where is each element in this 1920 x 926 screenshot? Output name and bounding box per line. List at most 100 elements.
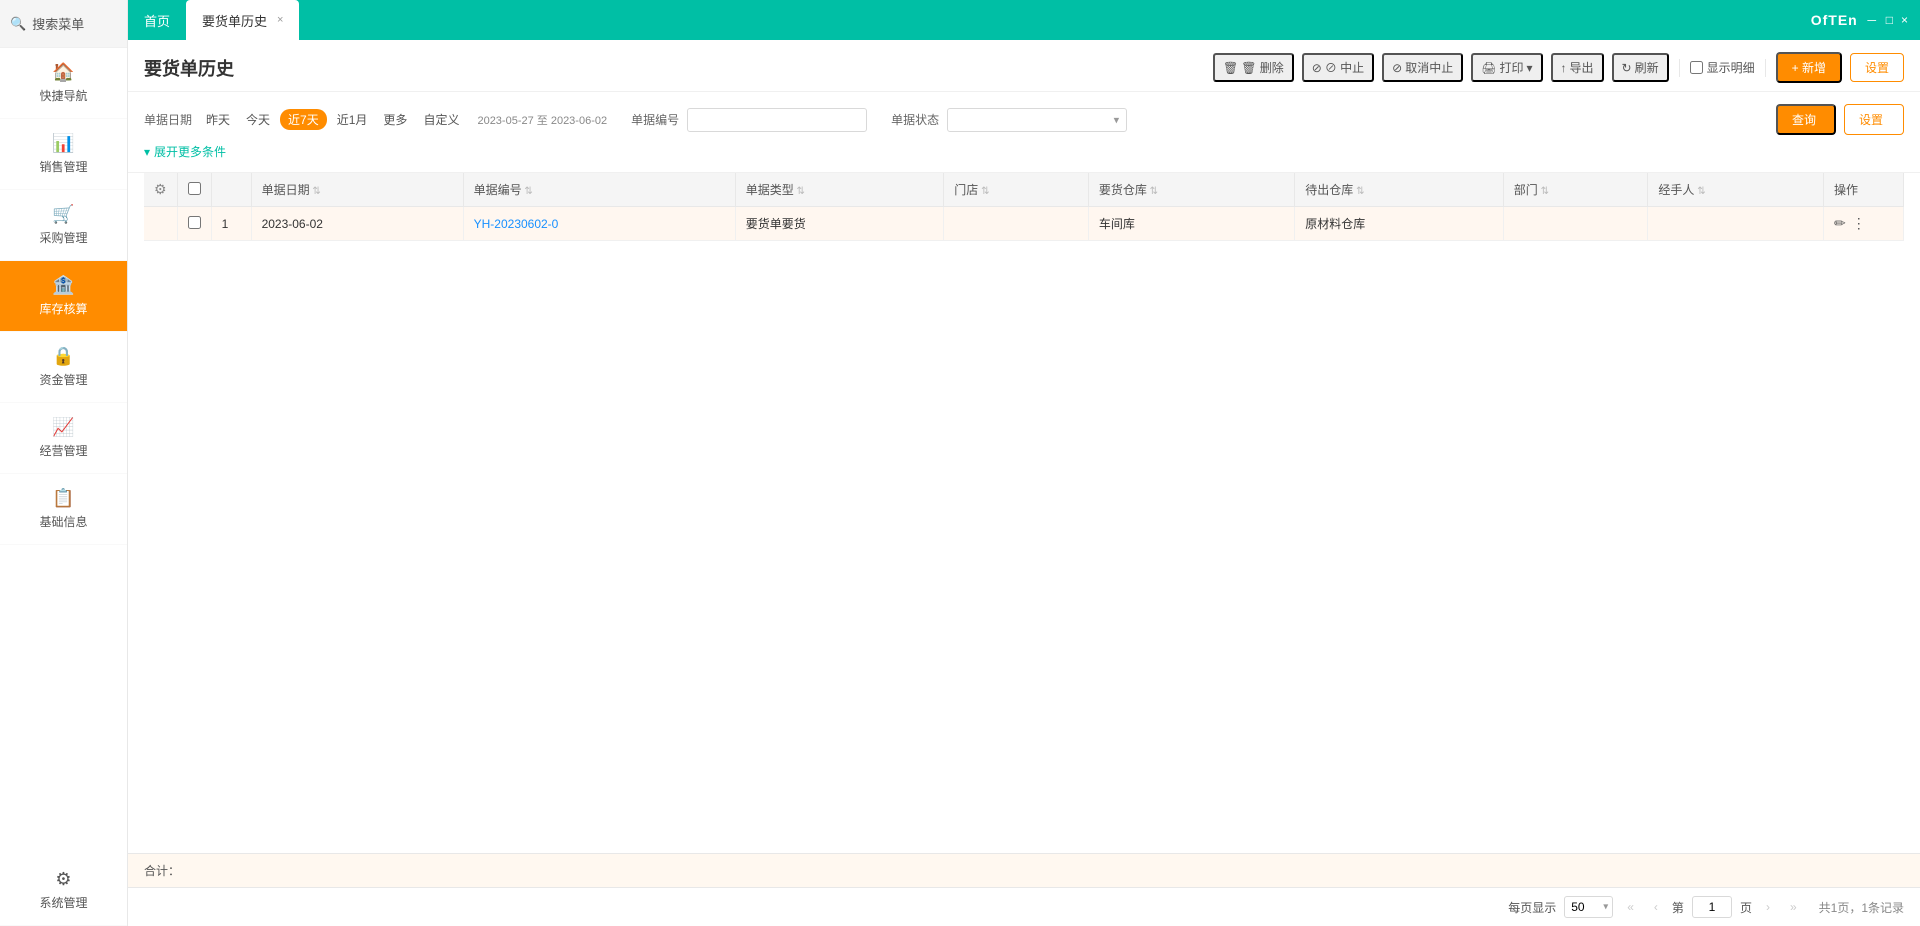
date-btn-more[interactable]: 更多	[377, 109, 413, 130]
tab-requisition-history[interactable]: 要货单历史 ×	[186, 0, 299, 40]
doc-no-input[interactable]	[687, 108, 867, 132]
th-department[interactable]: 部门	[1503, 173, 1648, 207]
tab-close-button[interactable]: ×	[277, 14, 283, 26]
doc-no-filter-label: 单据编号	[631, 111, 679, 128]
th-req-warehouse[interactable]: 要货仓库	[1088, 173, 1294, 207]
query-button[interactable]: 查询	[1776, 104, 1836, 135]
sidebar-item-label: 销售管理	[39, 158, 87, 175]
delete-icon: 🗑	[1223, 61, 1238, 75]
next-page-button[interactable]: ›	[1760, 898, 1776, 916]
toolbar: 🗑 🗑 删除 ⊘ ⊘ 中止 ⊘ 取消中止 🖨 打印 ▾	[1213, 52, 1904, 83]
date-btn-custom[interactable]: 自定义	[417, 109, 465, 130]
tab-home[interactable]: 首页	[128, 0, 186, 40]
sidebar-search[interactable]: 🔍 搜索菜单	[0, 0, 127, 48]
display-detail-check[interactable]	[1690, 61, 1703, 74]
th-doc-date[interactable]: 单据日期	[251, 173, 463, 207]
page-suffix: 页	[1740, 899, 1752, 916]
date-buttons: 昨天 今天 近7天 近1月 更多 自定义	[200, 109, 465, 130]
row-edit-button[interactable]: ✏	[1834, 215, 1846, 232]
th-pending-warehouse[interactable]: 待出仓库	[1295, 173, 1504, 207]
date-range-display: 2023-05-27 至 2023-06-02	[477, 112, 607, 128]
window-close-button[interactable]: ×	[1901, 13, 1908, 27]
pagination-info: 共1页，1条记录	[1819, 899, 1904, 916]
date-filter-label: 单据日期	[144, 111, 192, 128]
filter-settings-button[interactable]: 设置	[1844, 104, 1904, 135]
expand-more-button[interactable]: ▾ 展开更多条件	[144, 143, 1904, 160]
refresh-icon: ↻	[1622, 61, 1632, 75]
expand-icon: ▾	[144, 145, 150, 159]
row-actions-cell: ✏ ⋮	[1824, 207, 1904, 241]
th-store[interactable]: 门店	[944, 173, 1089, 207]
filter-row: 单据日期 昨天 今天 近7天 近1月 更多 自定义 2023-05-27 至 2…	[144, 104, 1904, 135]
sidebar-item-sales[interactable]: 📊 销售管理	[0, 119, 127, 190]
row-doc-no-link[interactable]: YH-20230602-0	[474, 217, 559, 231]
row-settings	[144, 207, 177, 241]
per-page-label: 每页显示	[1508, 899, 1556, 916]
sidebar-item-operation[interactable]: 📈 经营管理	[0, 403, 127, 474]
th-doc-no[interactable]: 单据编号	[463, 173, 735, 207]
table-row: 1 2023-06-02 YH-20230602-0 要货单要货 车间库 原材料…	[144, 207, 1904, 241]
display-detail-checkbox[interactable]: 显示明细	[1690, 59, 1755, 76]
refresh-button[interactable]: ↻ 刷新	[1612, 53, 1669, 82]
status-select-wrap	[947, 108, 1127, 132]
row-checkbox[interactable]	[188, 216, 201, 229]
page-label: 第	[1672, 899, 1684, 916]
pagination: 每页显示 50 10 20 100 « ‹ 第 页 › » 共1页，1条记录	[128, 887, 1920, 926]
th-checkbox	[177, 173, 211, 207]
row-handler	[1648, 207, 1824, 241]
th-handler[interactable]: 经手人	[1648, 173, 1824, 207]
date-filter: 单据日期 昨天 今天 近7天 近1月 更多 自定义 2023-05-27 至 2…	[144, 109, 607, 130]
th-doc-type[interactable]: 单据类型	[735, 173, 944, 207]
row-actions: ✏ ⋮	[1834, 215, 1893, 232]
sidebar-item-system[interactable]: ⚙ 系统管理	[0, 855, 127, 926]
settings-button[interactable]: 设置	[1850, 53, 1904, 82]
th-settings[interactable]: ⚙	[144, 173, 177, 207]
row-doc-type: 要货单要货	[735, 207, 944, 241]
print-button[interactable]: 🖨 打印 ▾	[1471, 53, 1542, 82]
export-button[interactable]: ↑ 导出	[1551, 53, 1604, 82]
window-minimize-button[interactable]: －	[1866, 12, 1878, 29]
topbar-right-controls: OfTEn － □ ×	[1811, 12, 1920, 29]
delete-button[interactable]: 🗑 🗑 删除	[1213, 53, 1294, 82]
toolbar-separator-2	[1765, 59, 1766, 77]
first-page-button[interactable]: «	[1621, 898, 1640, 916]
sidebar-item-quick-nav[interactable]: 🏠 快捷导航	[0, 48, 127, 119]
page-title: 要货单历史	[144, 55, 234, 81]
page-header: 要货单历史 🗑 🗑 删除 ⊘ ⊘ 中止 ⊘ 取消中止 �	[128, 40, 1920, 92]
main-area: 首页 要货单历史 × OfTEn － □ × 要货单历史 🗑 🗑	[128, 0, 1920, 926]
per-page-select-wrap: 50 10 20 100	[1564, 896, 1613, 918]
date-btn-today[interactable]: 今天	[240, 109, 276, 130]
window-maximize-button[interactable]: □	[1886, 13, 1893, 27]
operation-icon: 📈	[52, 417, 74, 438]
th-actions: 操作	[1824, 173, 1904, 207]
status-select[interactable]	[947, 108, 1127, 132]
select-all-checkbox[interactable]	[188, 182, 201, 195]
row-req-warehouse: 车间库	[1088, 207, 1294, 241]
sidebar-search-label: 搜索菜单	[32, 14, 84, 33]
stop-button[interactable]: ⊘ ⊘ 中止	[1302, 53, 1374, 82]
sidebar-item-basic-info[interactable]: 📋 基础信息	[0, 474, 127, 545]
new-button[interactable]: + 新增	[1776, 52, 1842, 83]
system-icon: ⚙	[55, 869, 71, 890]
page-input[interactable]	[1692, 896, 1732, 918]
purchase-icon: 🛒	[52, 204, 74, 225]
per-page-select[interactable]: 50 10 20 100	[1564, 896, 1613, 918]
cancel-stop-button[interactable]: ⊘ 取消中止	[1382, 53, 1463, 82]
finance-icon: 🔒	[52, 346, 74, 367]
sidebar-item-label: 基础信息	[39, 513, 87, 530]
doc-no-filter: 单据编号	[631, 108, 867, 132]
row-more-button[interactable]: ⋮	[1852, 215, 1866, 232]
last-page-button[interactable]: »	[1784, 898, 1803, 916]
inventory-icon: 🏦	[52, 275, 74, 296]
sidebar-item-label: 快捷导航	[39, 87, 87, 104]
date-btn-last7days[interactable]: 近7天	[280, 109, 327, 130]
row-checkbox-cell	[177, 207, 211, 241]
status-filter-label: 单据状态	[891, 111, 939, 128]
date-btn-last-month[interactable]: 近1月	[331, 109, 374, 130]
prev-page-button[interactable]: ‹	[1648, 898, 1664, 916]
sidebar-item-finance[interactable]: 🔒 资金管理	[0, 332, 127, 403]
filter-area: 单据日期 昨天 今天 近7天 近1月 更多 自定义 2023-05-27 至 2…	[128, 92, 1920, 173]
sidebar-item-inventory[interactable]: 🏦 库存核算	[0, 261, 127, 332]
date-btn-yesterday[interactable]: 昨天	[200, 109, 236, 130]
sidebar-item-purchase[interactable]: 🛒 采购管理	[0, 190, 127, 261]
